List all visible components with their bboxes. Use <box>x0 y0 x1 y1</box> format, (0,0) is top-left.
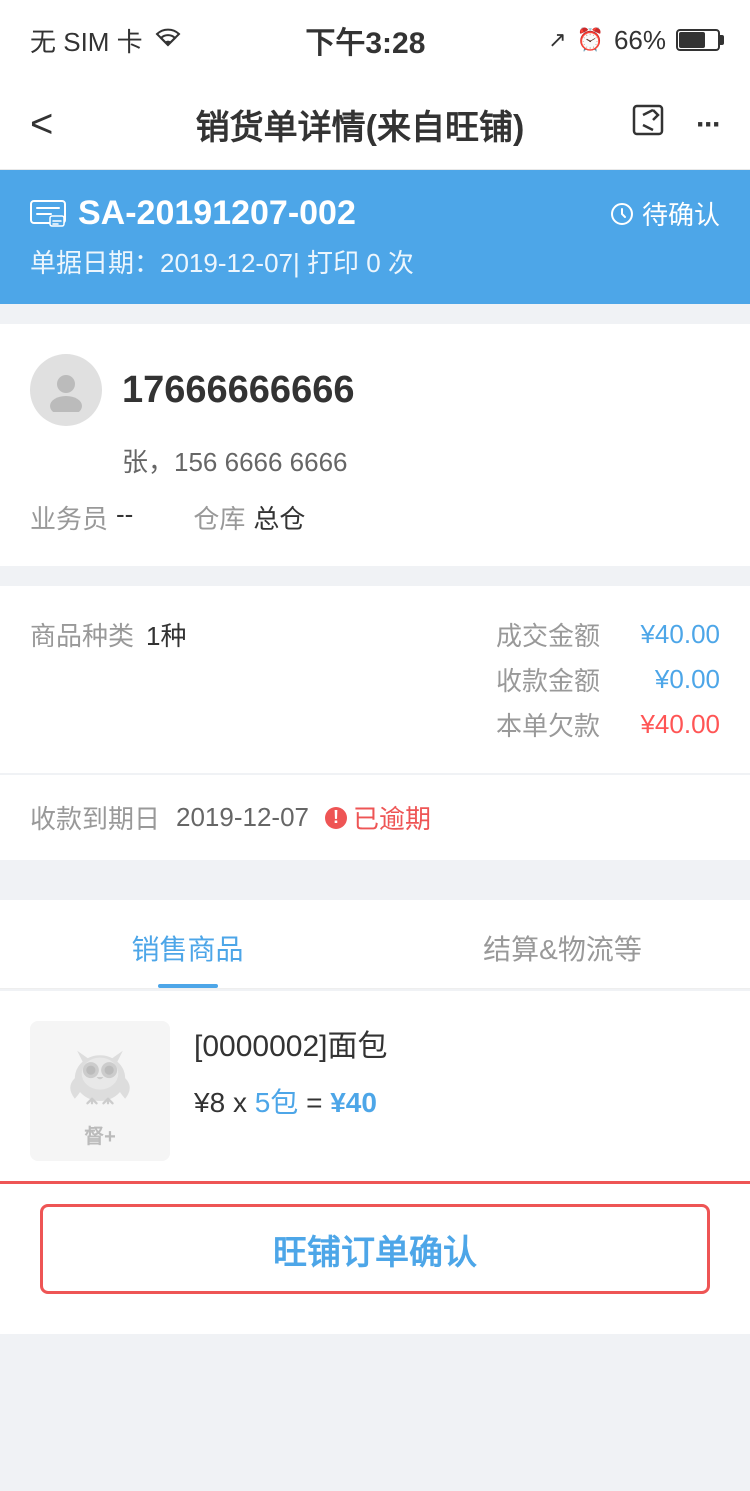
more-button[interactable]: ··· <box>696 108 720 142</box>
product-details: [0000002]面包 ¥8 x 5包 = ¥40 <box>194 1021 720 1121</box>
carrier-text: 无 SIM 卡 <box>30 22 143 59</box>
due-date-section: 收款到期日 2019-12-07 ! 已逾期 <box>0 775 750 860</box>
customer-phone: 17666666666 <box>122 369 354 412</box>
status-right: ↗ ⏰ 66% <box>548 25 720 56</box>
wifi-icon <box>153 25 183 56</box>
received-label: 收款金额 <box>496 661 600 698</box>
customer-meta: 业务员 -- 仓库 总仓 <box>30 499 720 536</box>
order-date: 单据日期：2019-12-07| 打印 0 次 <box>30 243 720 280</box>
confirm-button-wrapper: 旺铺订单确认 <box>0 1181 750 1334</box>
product-name: [0000002]面包 <box>194 1021 720 1065</box>
overdue-badge: ! 已逾期 <box>325 799 431 836</box>
tab-settlement-logistics[interactable]: 结算&物流等 <box>375 900 750 988</box>
warehouse-value: 总仓 <box>253 499 305 536</box>
tab-sales-products[interactable]: 销售商品 <box>0 900 375 988</box>
owed-row: 本单欠款 ¥40.00 <box>496 706 720 743</box>
transaction-label: 成交金额 <box>496 616 600 653</box>
alarm-icon: ⏰ <box>577 27 604 53</box>
order-header-top: SA-20191207-002 待确认 <box>30 194 720 233</box>
salesperson-field: 业务员 -- <box>30 499 133 536</box>
salesperson-value: -- <box>116 499 133 536</box>
customer-card: 17666666666 张，156 6666 6666 业务员 -- 仓库 总仓 <box>0 324 750 566</box>
order-header-banner: SA-20191207-002 待确认 单据日期：2019-12-07| 打印 … <box>0 170 750 304</box>
order-id: SA-20191207-002 <box>30 194 356 233</box>
product-list: 督+ [0000002]面包 ¥8 x 5包 = ¥40 <box>0 991 750 1191</box>
overdue-dot-icon: ! <box>325 807 347 829</box>
goods-type-value: 1种 <box>146 616 186 653</box>
amount-section: 商品种类 1种 成交金额 ¥40.00 收款金额 ¥0.00 本单欠款 ¥40.… <box>0 586 750 773</box>
confirm-order-button[interactable]: 旺铺订单确认 <box>40 1204 710 1294</box>
avatar-icon <box>44 368 88 412</box>
received-value: ¥0.00 <box>620 664 720 695</box>
product-thumb-logo: 督+ <box>60 1033 140 1148</box>
goods-info: 商品种类 1种 <box>30 616 186 653</box>
overdue-text: 已逾期 <box>353 799 431 836</box>
owed-label: 本单欠款 <box>496 706 600 743</box>
order-status: 待确认 <box>610 195 720 232</box>
status-time: 下午3:28 <box>305 18 425 62</box>
status-bar: 无 SIM 卡 下午3:28 ↗ ⏰ 66% <box>0 0 750 80</box>
transaction-row: 成交金额 ¥40.00 <box>496 616 720 653</box>
warehouse-label: 仓库 <box>193 499 245 536</box>
goods-type-label: 商品种类 <box>30 616 134 653</box>
transaction-value: ¥40.00 <box>620 619 720 650</box>
location-icon: ↗ <box>548 27 566 53</box>
due-date-label: 收款到期日 <box>30 799 160 836</box>
nav-bar: < 销货单详情(来自旺铺) ··· <box>0 80 750 170</box>
received-row: 收款金额 ¥0.00 <box>496 661 720 698</box>
page-title: 销货单详情(来自旺铺) <box>196 100 525 149</box>
tab-bar: 销售商品 结算&物流等 <box>0 900 750 989</box>
due-date-value: 2019-12-07 <box>176 802 309 833</box>
customer-top: 17666666666 <box>30 354 720 426</box>
owed-value: ¥40.00 <box>620 709 720 740</box>
product-total: ¥40 <box>330 1087 377 1118</box>
salesperson-label: 业务员 <box>30 499 108 536</box>
product-price: ¥8 x 5包 = ¥40 <box>194 1081 720 1121</box>
nav-right-actions: ··· <box>630 102 720 147</box>
goods-type-field: 商品种类 1种 <box>30 616 186 653</box>
customer-name: 张，156 6666 6666 <box>122 442 720 479</box>
section-divider-3 <box>0 860 750 880</box>
share-button[interactable] <box>630 102 666 147</box>
table-row: 督+ [0000002]面包 ¥8 x 5包 = ¥40 <box>0 991 750 1191</box>
warehouse-field: 仓库 总仓 <box>193 499 305 536</box>
section-divider-1 <box>0 566 750 586</box>
order-icon <box>30 200 66 228</box>
status-left: 无 SIM 卡 <box>30 22 183 59</box>
back-button[interactable]: < <box>30 102 90 147</box>
clock-icon <box>610 202 634 226</box>
battery-icon <box>676 29 720 51</box>
product-thumbnail: 督+ <box>30 1021 170 1161</box>
battery-text: 66% <box>614 25 666 56</box>
product-qty: 5包 <box>255 1087 299 1118</box>
amount-list: 成交金额 ¥40.00 收款金额 ¥0.00 本单欠款 ¥40.00 <box>496 616 720 743</box>
avatar <box>30 354 102 426</box>
